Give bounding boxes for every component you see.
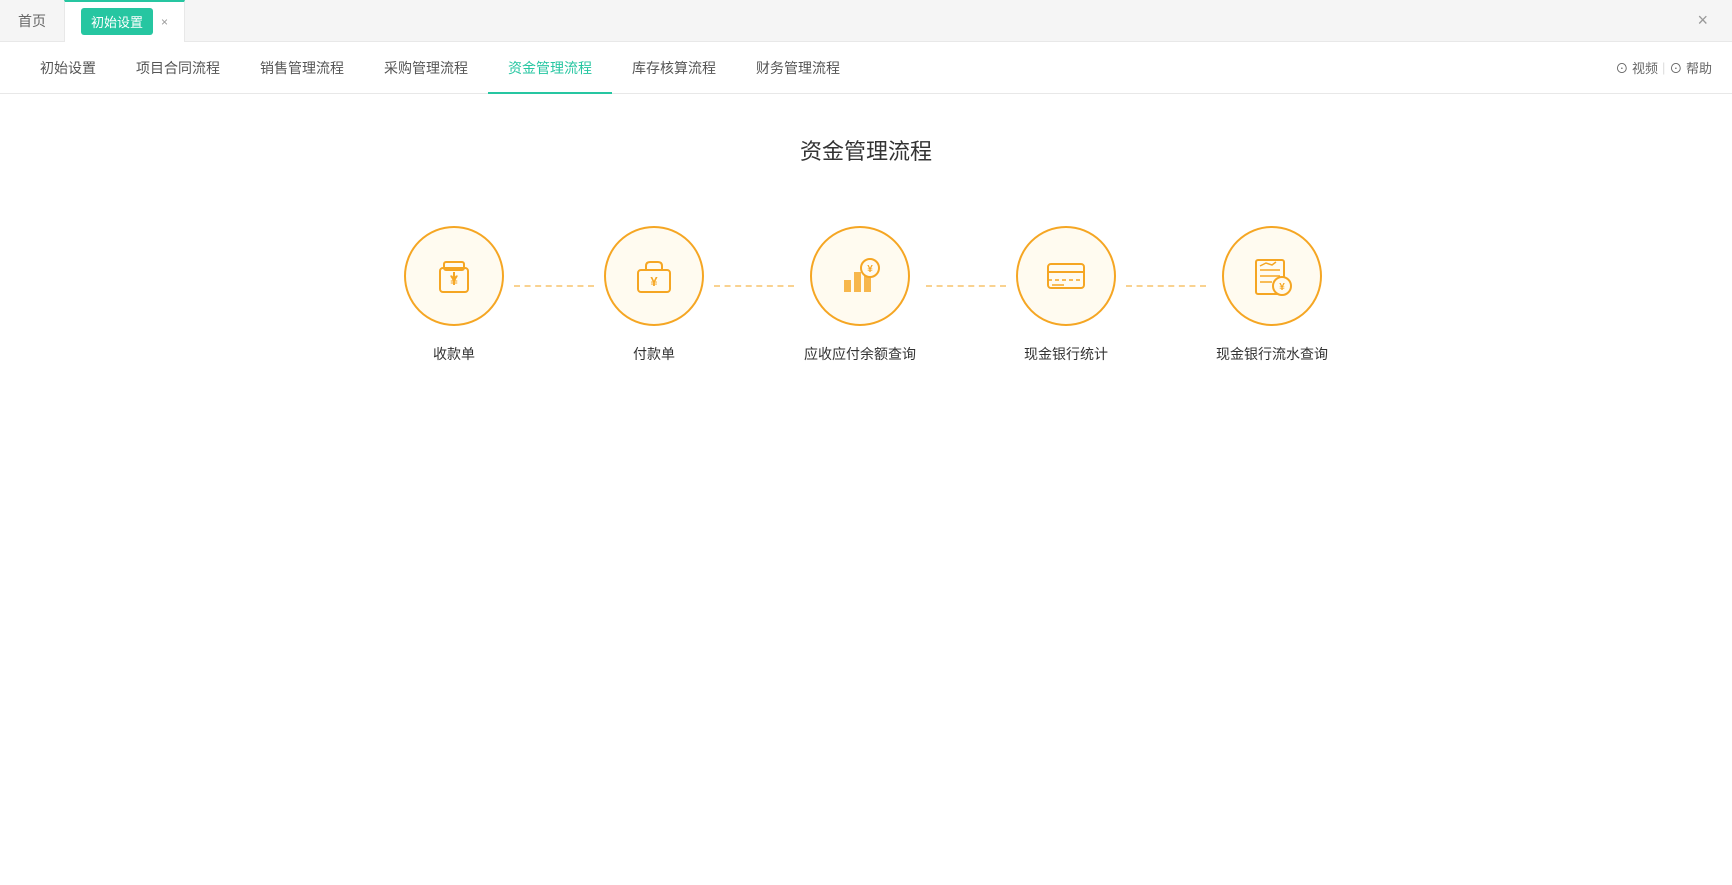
- nav-bar: 初始设置 项目合同流程 销售管理流程 采购管理流程 资金管理流程 库存核算流程 …: [0, 42, 1732, 94]
- flow-container: ¥ 收款单 ¥ 付款单: [404, 226, 1328, 364]
- nav-separator: |: [1662, 60, 1665, 75]
- svg-text:¥: ¥: [1279, 282, 1285, 293]
- flow-label-bank-flow: 现金银行流水查询: [1216, 344, 1328, 364]
- nav-item-fund-management[interactable]: 资金管理流程: [488, 42, 612, 94]
- flow-circle-receipt-in: ¥: [404, 226, 504, 326]
- bank-flow-icon: ¥: [1248, 252, 1296, 300]
- active-tab-label: 初始设置: [81, 8, 153, 35]
- video-link[interactable]: ⊙ 视频: [1615, 58, 1658, 77]
- receipt-in-icon: ¥: [430, 252, 478, 300]
- dotted-line-2: [714, 285, 794, 287]
- connector-1: [504, 285, 604, 287]
- dotted-line-1: [514, 285, 594, 287]
- connector-3: [916, 285, 1016, 287]
- window-close-button[interactable]: ×: [1689, 6, 1716, 35]
- svg-text:¥: ¥: [867, 264, 873, 275]
- nav-item-finance-management[interactable]: 财务管理流程: [736, 42, 860, 94]
- nav-right-actions: ⊙ 视频 | ⊙ 帮助: [1615, 58, 1712, 77]
- flow-label-receipt-out: 付款单: [633, 344, 675, 364]
- connector-4: [1116, 285, 1216, 287]
- flow-circle-bank-stats: [1016, 226, 1116, 326]
- receipt-out-icon: ¥: [630, 252, 678, 300]
- flow-circle-balance-query: ¥: [810, 226, 910, 326]
- bank-stats-icon: [1042, 252, 1090, 300]
- page-title: 资金管理流程: [800, 134, 932, 166]
- active-tab[interactable]: 初始设置 ×: [64, 0, 185, 42]
- home-tab[interactable]: 首页: [0, 0, 64, 42]
- flow-item-bank-flow[interactable]: ¥ 现金银行流水查询: [1216, 226, 1328, 364]
- help-link[interactable]: ⊙ 帮助: [1669, 58, 1712, 77]
- nav-item-inventory[interactable]: 库存核算流程: [612, 42, 736, 94]
- top-bar-right: ×: [1689, 6, 1732, 35]
- nav-item-sales-management[interactable]: 销售管理流程: [240, 42, 364, 94]
- nav-item-initial-setup[interactable]: 初始设置: [20, 42, 116, 94]
- flow-item-receipt-in[interactable]: ¥ 收款单: [404, 226, 504, 364]
- main-content: 资金管理流程 ¥ 收款单: [0, 94, 1732, 404]
- flow-label-balance-query: 应收应付余额查询: [804, 344, 916, 364]
- flow-item-receipt-out[interactable]: ¥ 付款单: [604, 226, 704, 364]
- nav-item-purchase-management[interactable]: 采购管理流程: [364, 42, 488, 94]
- connector-2: [704, 285, 804, 287]
- flow-circle-receipt-out: ¥: [604, 226, 704, 326]
- flow-item-balance-query[interactable]: ¥ 应收应付余额查询: [804, 226, 916, 364]
- top-bar: 首页 初始设置 × ×: [0, 0, 1732, 42]
- svg-text:¥: ¥: [650, 274, 658, 289]
- balance-query-icon: ¥: [836, 252, 884, 300]
- flow-item-bank-stats[interactable]: 现金银行统计: [1016, 226, 1116, 364]
- flow-circle-bank-flow: ¥: [1222, 226, 1322, 326]
- nav-item-project-contract[interactable]: 项目合同流程: [116, 42, 240, 94]
- dotted-line-4: [1126, 285, 1206, 287]
- dotted-line-3: [926, 285, 1006, 287]
- flow-label-receipt-in: 收款单: [433, 344, 475, 364]
- flow-label-bank-stats: 现金银行统计: [1024, 344, 1108, 364]
- tab-close-button[interactable]: ×: [161, 16, 168, 28]
